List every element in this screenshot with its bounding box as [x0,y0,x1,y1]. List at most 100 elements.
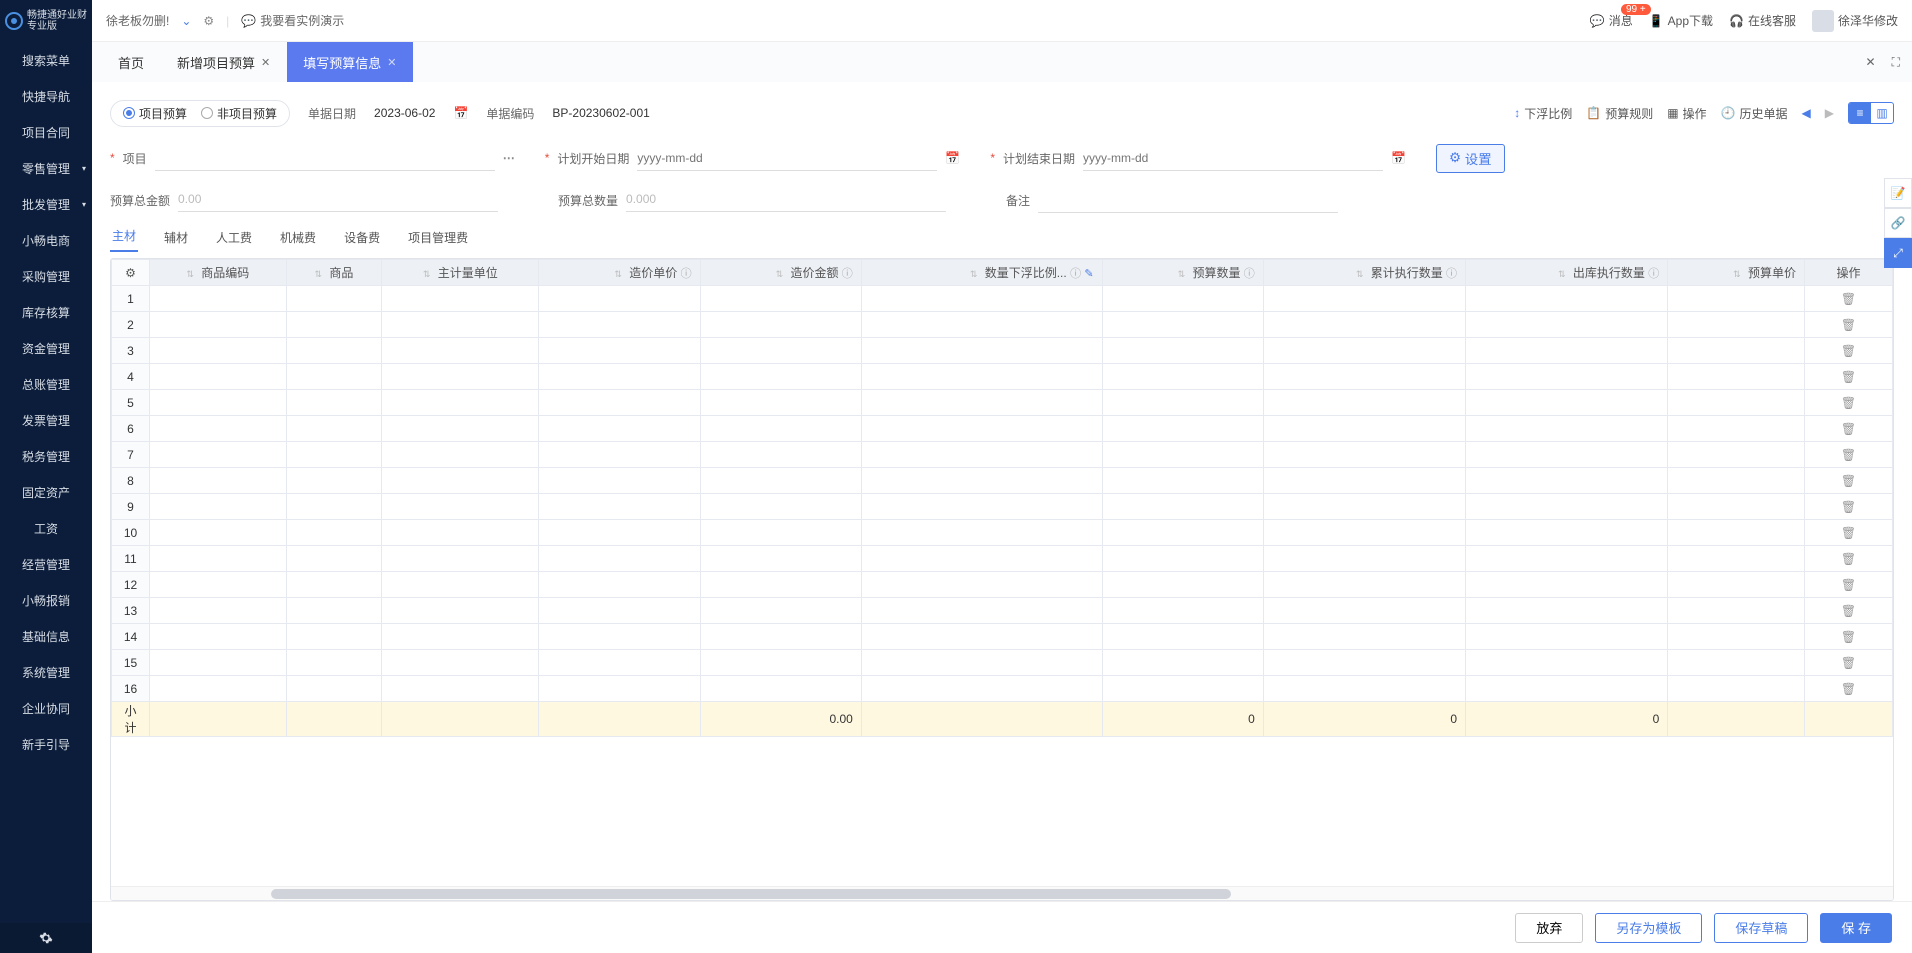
cell[interactable] [700,390,861,416]
cell[interactable] [286,390,382,416]
discard-button[interactable]: 放弃 [1515,913,1583,943]
save-draft-button[interactable]: 保存草稿 [1714,913,1808,943]
end-date-input[interactable] [1083,145,1383,171]
table-row[interactable]: 2🗑 [112,312,1893,338]
cell[interactable] [1668,598,1805,624]
cell[interactable] [286,494,382,520]
trash-icon[interactable]: 🗑 [1841,396,1856,410]
cell[interactable] [1102,442,1263,468]
cell[interactable] [861,312,1102,338]
cell[interactable] [382,442,539,468]
col-header-7[interactable]: ⇅ 累计执行数量 ⓘ [1263,260,1465,286]
table-row[interactable]: 3🗑 [112,338,1893,364]
close-icon[interactable]: ✕ [387,56,396,69]
save-button[interactable]: 保 存 [1820,913,1892,943]
cell[interactable] [1466,624,1668,650]
sidebar-item-2[interactable]: 项目合同 [0,114,92,150]
cell[interactable] [1466,416,1668,442]
cell[interactable] [286,598,382,624]
cell[interactable] [382,390,539,416]
table-row[interactable]: 15🗑 [112,650,1893,676]
cell[interactable] [1466,598,1668,624]
table-row[interactable]: 6🗑 [112,416,1893,442]
subtab-1[interactable]: 辅材 [162,223,190,252]
trash-icon[interactable]: 🗑 [1841,656,1856,670]
sidebar-item-9[interactable]: 总账管理 [0,366,92,402]
trash-icon[interactable]: 🗑 [1841,422,1856,436]
subtab-2[interactable]: 人工费 [214,223,254,252]
cell[interactable] [1263,494,1465,520]
cell[interactable] [286,572,382,598]
trash-icon[interactable]: 🗑 [1841,292,1856,306]
cell[interactable] [286,442,382,468]
cell[interactable] [382,572,539,598]
cell[interactable] [1668,442,1805,468]
trash-icon[interactable]: 🗑 [1841,682,1856,696]
sidebar-item-6[interactable]: 采购管理 [0,258,92,294]
online-service-button[interactable]: 🎧 在线客服 [1729,12,1796,29]
table-row[interactable]: 13🗑 [112,598,1893,624]
cell[interactable] [1263,520,1465,546]
cell[interactable] [1668,624,1805,650]
horizontal-scrollbar[interactable] [111,886,1893,900]
sort-icon[interactable]: ⇅ [186,269,194,279]
cell[interactable] [700,338,861,364]
close-icon[interactable]: ✕ [261,56,270,69]
cell[interactable] [539,546,700,572]
cell[interactable] [286,520,382,546]
cell[interactable] [1263,624,1465,650]
cell[interactable] [1263,468,1465,494]
cell[interactable] [1102,572,1263,598]
cell[interactable] [1668,572,1805,598]
cell[interactable] [861,390,1102,416]
col-header-1[interactable]: ⇅ 商品 [286,260,382,286]
settings-button[interactable]: ⚙ 设置 [1436,144,1505,173]
cell[interactable] [1668,416,1805,442]
sidebar-item-4[interactable]: 批发管理▾ [0,186,92,222]
cell[interactable] [539,338,700,364]
cell[interactable] [1466,520,1668,546]
cell[interactable] [861,442,1102,468]
messages-button[interactable]: 💬 消息 99 + [1590,12,1633,29]
org-settings-icon[interactable]: ⚙ [203,14,214,28]
cell[interactable] [150,624,287,650]
page-tab-2[interactable]: 填写预算信息✕ [287,42,413,82]
sort-icon[interactable]: ⇅ [1356,269,1364,279]
cell[interactable] [1263,442,1465,468]
radio-project-budget[interactable]: 项目预算 [123,105,187,122]
help-icon[interactable]: ⓘ [1244,268,1255,280]
trash-icon[interactable]: 🗑 [1841,604,1856,618]
cell[interactable] [1466,572,1668,598]
cell[interactable] [150,546,287,572]
table-row[interactable]: 5🗑 [112,390,1893,416]
col-header-0[interactable]: ⇅ 商品编码 [150,260,287,286]
table-row[interactable]: 1🗑 [112,286,1893,312]
trash-icon[interactable]: 🗑 [1841,370,1856,384]
cell[interactable] [1102,390,1263,416]
col-header-5[interactable]: ⇅ 数量下浮比例... ⓘ ✎ [861,260,1102,286]
col-header-9[interactable]: ⇅ 预算单价 [1668,260,1805,286]
side-tool-expand[interactable]: ⤢ [1884,238,1912,268]
cell[interactable] [700,572,861,598]
help-icon[interactable]: ⓘ [842,268,853,280]
cell[interactable] [1102,468,1263,494]
cell[interactable] [1466,312,1668,338]
gear-icon[interactable]: ⚙ [125,266,136,280]
cell[interactable] [150,572,287,598]
table-row[interactable]: 7🗑 [112,442,1893,468]
cell[interactable] [861,494,1102,520]
cell[interactable] [286,416,382,442]
col-header-3[interactable]: ⇅ 造价单价 ⓘ [539,260,700,286]
cell[interactable] [1668,338,1805,364]
cell[interactable] [382,676,539,702]
doc-date-value[interactable]: 2023-06-02 [374,106,435,120]
cell[interactable] [861,364,1102,390]
sort-icon[interactable]: ⇅ [614,269,622,279]
sidebar-item-11[interactable]: 税务管理 [0,438,92,474]
cell[interactable] [286,624,382,650]
table-row[interactable]: 14🗑 [112,624,1893,650]
cell[interactable] [1102,676,1263,702]
cell[interactable] [1466,650,1668,676]
cell[interactable] [861,624,1102,650]
cell[interactable] [150,390,287,416]
